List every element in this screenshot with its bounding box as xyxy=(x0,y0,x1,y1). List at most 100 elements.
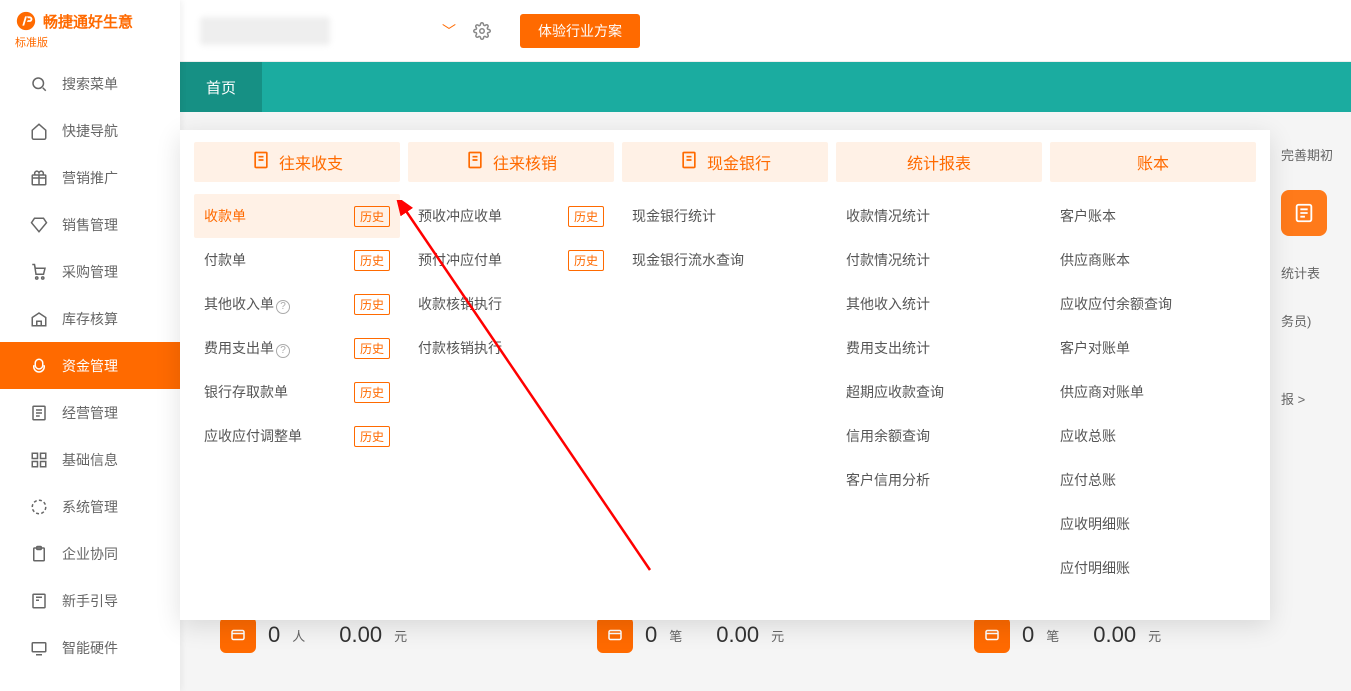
tv-icon xyxy=(30,639,48,657)
sidebar-item-label: 搜索菜单 xyxy=(62,74,118,94)
flyout-menu-item[interactable]: 信用余额查询 xyxy=(836,414,1042,458)
flyout-menu-item[interactable]: 现金银行统计 xyxy=(622,194,828,238)
flyout-menu-item[interactable]: 客户账本 xyxy=(1050,194,1256,238)
peek-text: 务员) xyxy=(1281,296,1351,344)
sidebar-item-operation[interactable]: 经营管理 xyxy=(0,389,180,436)
stat-amount: 0.00 xyxy=(1093,622,1136,648)
flyout-menu-item[interactable]: 应付总账 xyxy=(1050,458,1256,502)
sidebar-item-label: 营销推广 xyxy=(62,168,118,188)
funds-flyout-panel: 往来收支收款单历史付款单历史其他收入单?历史费用支出单?历史银行存取款单历史应收… xyxy=(180,130,1270,620)
peek-text: 统计表 xyxy=(1281,248,1351,296)
sidebar-item-marketing[interactable]: 营销推广 xyxy=(0,154,180,201)
flyout-menu-item[interactable]: 超期应收款查询 xyxy=(836,370,1042,414)
flyout-menu-item[interactable]: 应收总账 xyxy=(1050,414,1256,458)
flyout-menu-item[interactable]: 其他收入统计 xyxy=(836,282,1042,326)
flyout-menu-item[interactable]: 付款情况统计 xyxy=(836,238,1042,282)
sidebar-item-label: 智能硬件 xyxy=(62,638,118,658)
flyout-menu-item[interactable]: 其他收入单? 历史 xyxy=(194,282,400,326)
flyout-menu-item[interactable]: 供应商对账单 xyxy=(1050,370,1256,414)
sidebar-item-basic[interactable]: 基础信息 xyxy=(0,436,180,483)
sidebar-item-guide[interactable]: 新手引导 xyxy=(0,577,180,624)
brand-logo-icon xyxy=(15,10,37,32)
flyout-column: 账本客户账本供应商账本应收应付余额查询客户对账单供应商对账单应收总账应付总账应收… xyxy=(1046,142,1260,590)
flyout-menu-item[interactable]: 现金银行流水查询 xyxy=(622,238,828,282)
stat-count: 0 xyxy=(645,622,657,648)
stat-amount-unit: 元 xyxy=(394,626,407,645)
tab-bar: 首页 xyxy=(180,62,1351,112)
doc-icon[interactable] xyxy=(1281,190,1327,236)
flyout-item-label: 应收明细账 xyxy=(1060,514,1130,534)
flyout-item-label: 应付明细账 xyxy=(1060,558,1130,578)
flyout-item-label: 收款情况统计 xyxy=(846,206,930,226)
settings-button[interactable] xyxy=(468,17,496,45)
history-tag[interactable]: 历史 xyxy=(354,338,390,359)
flyout-menu-item[interactable]: 应付明细账 xyxy=(1050,546,1256,590)
sidebar-item-label: 基础信息 xyxy=(62,450,118,470)
flyout-menu-item[interactable]: 银行存取款单历史 xyxy=(194,370,400,414)
history-tag[interactable]: 历史 xyxy=(354,294,390,315)
flyout-menu-item[interactable]: 费用支出统计 xyxy=(836,326,1042,370)
sidebar-item-purchase[interactable]: 采购管理 xyxy=(0,248,180,295)
flyout-menu-item[interactable]: 供应商账本 xyxy=(1050,238,1256,282)
report-icon xyxy=(30,404,48,422)
sidebar-item-label: 销售管理 xyxy=(62,215,118,235)
flyout-item-label: 收款单 xyxy=(204,206,246,226)
flyout-menu-item[interactable]: 付款单历史 xyxy=(194,238,400,282)
flyout-menu-item[interactable]: 收款单 历史 xyxy=(194,194,400,238)
chevron-down-icon[interactable]: ﹀ xyxy=(442,21,456,41)
sidebar-item-inventory[interactable]: 库存核算 xyxy=(0,295,180,342)
flyout-column-title: 账本 xyxy=(1137,150,1169,174)
sidebar: 畅捷通好生意 标准版 搜索菜单快捷导航营销推广销售管理采购管理库存核算资金管理经… xyxy=(0,0,180,691)
flyout-menu-item[interactable]: 收款核销执行 xyxy=(408,282,614,326)
flyout-item-label: 客户账本 xyxy=(1060,206,1116,226)
history-tag[interactable]: 历史 xyxy=(354,426,390,447)
tab-home[interactable]: 首页 xyxy=(180,62,262,112)
flyout-item-label: 客户对账单 xyxy=(1060,338,1130,358)
try-industry-button[interactable]: 体验行业方案 xyxy=(520,14,640,48)
flyout-menu-item[interactable]: 客户信用分析 xyxy=(836,458,1042,502)
peek-text: 报 > xyxy=(1281,374,1351,422)
flyout-menu-item[interactable]: 应收应付调整单历史 xyxy=(194,414,400,458)
flyout-menu-item[interactable]: 费用支出单?历史 xyxy=(194,326,400,370)
flyout-menu-item[interactable]: 预收冲应收单历史 xyxy=(408,194,614,238)
doc-icon xyxy=(679,150,699,175)
stat-amount: 0.00 xyxy=(716,622,759,648)
right-peek: 完善期初 统计表 务员) 报 > xyxy=(1281,130,1351,422)
sidebar-item-system[interactable]: 系统管理 xyxy=(0,483,180,530)
history-tag[interactable]: 历史 xyxy=(568,206,604,227)
history-tag[interactable]: 历史 xyxy=(354,250,390,271)
flyout-menu-item[interactable]: 应收明细账 xyxy=(1050,502,1256,546)
sidebar-item-hardware[interactable]: 智能硬件 xyxy=(0,624,180,671)
sidebar-item-label: 快捷导航 xyxy=(62,121,118,141)
help-icon[interactable]: ? xyxy=(276,344,290,358)
flyout-menu-item[interactable]: 客户对账单 xyxy=(1050,326,1256,370)
flyout-item-label: 其他收入单? xyxy=(204,294,290,314)
sidebar-item-label: 新手引导 xyxy=(62,591,118,611)
sidebar-item-funds[interactable]: 资金管理 xyxy=(0,342,180,389)
flyout-item-label: 费用支出统计 xyxy=(846,338,930,358)
flyout-item-label: 信用余额查询 xyxy=(846,426,930,446)
flyout-item-label: 收款核销执行 xyxy=(418,294,502,314)
flyout-column-header: 账本 xyxy=(1050,142,1256,182)
doc-icon xyxy=(251,150,271,175)
doc-icon xyxy=(465,150,485,175)
sidebar-item-search[interactable]: 搜索菜单 xyxy=(0,60,180,107)
help-icon[interactable]: ? xyxy=(276,300,290,314)
flyout-item-label: 应收应付余额查询 xyxy=(1060,294,1172,314)
stat-count-unit: 笔 xyxy=(669,626,682,645)
topbar: ﹀ 体验行业方案 xyxy=(180,0,1351,62)
flyout-column-header: 现金银行 xyxy=(622,142,828,182)
history-tag[interactable]: 历史 xyxy=(568,250,604,271)
history-tag[interactable]: 历史 xyxy=(354,206,390,227)
flyout-item-label: 超期应收款查询 xyxy=(846,382,944,402)
logo-area: 畅捷通好生意 标准版 xyxy=(0,0,180,60)
flyout-menu-item[interactable]: 预付冲应付单历史 xyxy=(408,238,614,282)
money-icon xyxy=(30,357,48,375)
sidebar-item-quick[interactable]: 快捷导航 xyxy=(0,107,180,154)
sidebar-item-coop[interactable]: 企业协同 xyxy=(0,530,180,577)
sidebar-item-sales[interactable]: 销售管理 xyxy=(0,201,180,248)
flyout-menu-item[interactable]: 付款核销执行 xyxy=(408,326,614,370)
flyout-menu-item[interactable]: 收款情况统计 xyxy=(836,194,1042,238)
flyout-menu-item[interactable]: 应收应付余额查询 xyxy=(1050,282,1256,326)
history-tag[interactable]: 历史 xyxy=(354,382,390,403)
